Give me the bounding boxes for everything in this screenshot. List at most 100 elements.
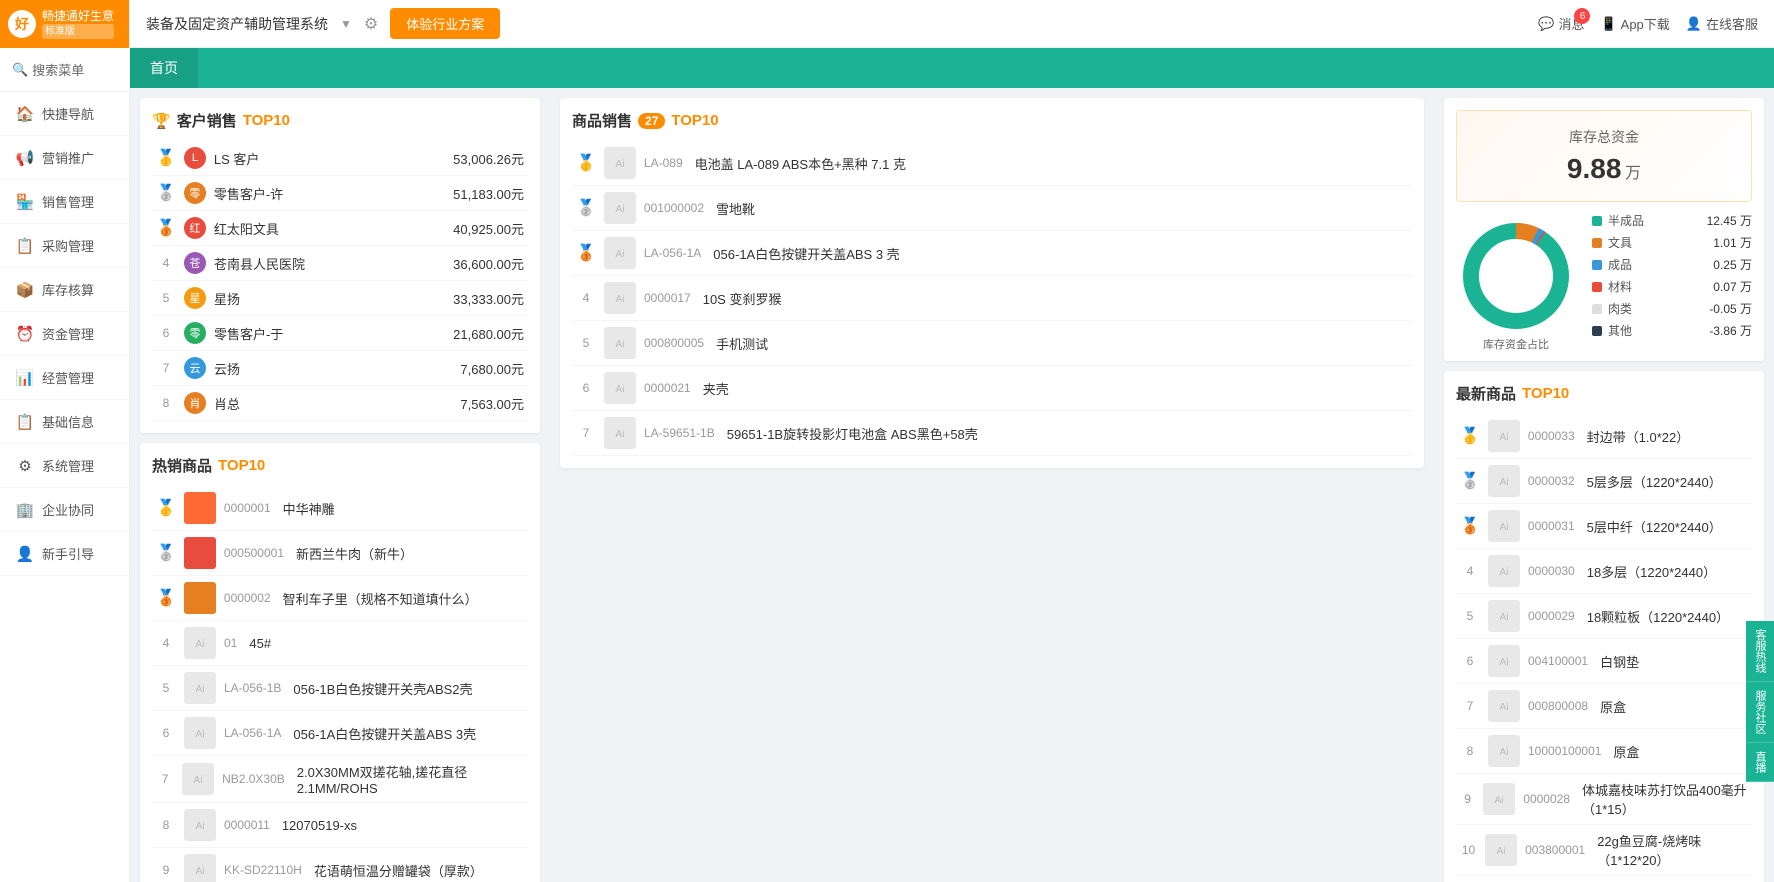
rank-number: 9: [1460, 792, 1475, 806]
medal-icon: 🥈: [576, 198, 596, 218]
legend-dot: [1592, 326, 1602, 336]
customer-ranking-card: 🏆 客户销售TOP10 🥇 L LS 客户 53,006.26元 🥈 零: [140, 98, 540, 433]
customer-name: LS 客户: [214, 149, 445, 168]
rank-number: 6: [156, 726, 176, 740]
svg-text:Ai: Ai: [1497, 846, 1506, 857]
sidebar: 好 畅捷通好生意 标准版 🔍 搜索菜单 🏠 快捷导航 📢 营销推广 🏪 销售管理…: [0, 0, 130, 882]
sidebar-search-area[interactable]: 🔍 搜索菜单: [0, 48, 129, 92]
legend-dot: [1592, 260, 1602, 270]
sidebar-item-purchase[interactable]: 📋 采购管理: [0, 224, 129, 268]
legend-name: 成品: [1608, 256, 1686, 273]
tab-home[interactable]: 首页: [130, 48, 198, 88]
customer-badge: 红: [184, 217, 206, 239]
rank-number: 4: [156, 636, 176, 650]
app-download-button[interactable]: 📱 App下载: [1600, 14, 1669, 33]
search-menu-button[interactable]: 🔍 搜索菜单: [8, 56, 121, 83]
svg-text:Ai: Ai: [1499, 477, 1508, 488]
legend-item: 半成品 12.45 万: [1592, 212, 1752, 229]
table-row: 🥉 红 红太阳文具 40,925.00元: [152, 211, 528, 246]
sidebar-item-operations[interactable]: 📊 经营管理: [0, 356, 129, 400]
live-button[interactable]: 直播: [1746, 743, 1774, 782]
product-name: 白钢垫: [1600, 652, 1639, 671]
legend-dot: [1592, 238, 1602, 248]
product-image: Ai: [1488, 465, 1520, 497]
legend-dot: [1592, 216, 1602, 226]
sidebar-item-base[interactable]: 📋 基础信息: [0, 400, 129, 444]
legend-value: 12.45 万: [1692, 212, 1752, 229]
sidebar-item-inventory[interactable]: 📦 库存核算: [0, 268, 129, 312]
content-area: 🏆 客户销售TOP10 🥇 L LS 客户 53,006.26元 🥈 零: [130, 88, 1774, 882]
product-code: LA-056-1A: [224, 726, 281, 740]
sidebar-item-system[interactable]: ⚙ 系统管理: [0, 444, 129, 488]
operations-icon: 📊: [16, 369, 34, 387]
product-name: 手机测试: [716, 334, 768, 353]
sales-icon: 🏪: [16, 193, 34, 211]
product-image: Ai: [1488, 645, 1520, 677]
product-name: 新西兰牛肉（新牛）: [296, 544, 413, 563]
customer-name: 红太阳文具: [214, 219, 445, 238]
sidebar-item-label: 库存核算: [42, 280, 94, 299]
list-item: 4 Ai 0000017 10S 变刹罗猴: [572, 276, 1412, 321]
settings-icon[interactable]: ⚙: [364, 14, 378, 34]
sidebar-item-label: 营销推广: [42, 148, 94, 167]
rank-number: 5: [156, 681, 176, 695]
legend-name: 文具: [1608, 234, 1686, 251]
product-code: LA-59651-1B: [644, 426, 715, 440]
product-image: Ai: [184, 809, 216, 841]
inventory-chart-area: 库存资金占比 半成品 12.45 万 文具 1.01 万: [1456, 202, 1752, 349]
sidebar-item-label: 资金管理: [42, 324, 94, 343]
middle-panel: 商品销售 27 TOP10 🥇 Ai LA-089 电池盖 LA-089 ABS…: [550, 88, 1434, 882]
sidebar-item-marketing[interactable]: 📢 营销推广: [0, 136, 129, 180]
svg-text:Ai: Ai: [196, 729, 205, 740]
list-item: 🥇 Ai LA-089 电池盖 LA-089 ABS本色+黑种 7.1 克: [572, 141, 1412, 186]
messages-button[interactable]: 💬 消息 6: [1538, 14, 1584, 33]
hot-products-card: 热销商品 TOP10 🥇 0000001 中华神雕 🥈 000500001: [140, 443, 540, 882]
customer-badge: 零: [184, 322, 206, 344]
sidebar-item-finance[interactable]: ⏰ 资金管理: [0, 312, 129, 356]
svg-text:Ai: Ai: [1500, 567, 1509, 578]
sidebar-item-guide[interactable]: 👤 新手引导: [0, 532, 129, 576]
base-icon: 📋: [16, 413, 34, 431]
dropdown-arrow[interactable]: ▼: [340, 17, 352, 31]
product-image: Ai: [1488, 735, 1520, 767]
product-code: 0000017: [644, 291, 691, 305]
product-name: 中华神雕: [283, 499, 335, 518]
product-code: 10000100001: [1528, 744, 1601, 758]
service-community-button[interactable]: 服务社区: [1746, 682, 1774, 743]
rank-number: 4: [156, 256, 176, 270]
customer-service-button[interactable]: 客服热线: [1746, 621, 1774, 682]
medal-icon: 🥇: [1460, 426, 1480, 446]
latest-products-title: 最新商品 TOP10: [1456, 383, 1752, 404]
product-image: Ai: [1488, 690, 1520, 722]
list-item: 10 Ai 003800001 22g鱼豆腐-烧烤味（1*12*20）: [1456, 825, 1752, 876]
svg-text:Ai: Ai: [1500, 612, 1509, 623]
product-image: Ai: [184, 627, 216, 659]
online-service-button[interactable]: 👤 在线客服: [1686, 14, 1758, 33]
list-item: 🥇 Ai 0000033 封边带（1.0*22）: [1456, 414, 1752, 459]
sidebar-item-label: 基础信息: [42, 412, 94, 431]
float-buttons: 客服热线 服务社区 直播: [1746, 621, 1774, 782]
customer-badge: 零: [184, 182, 206, 204]
sidebar-item-label: 系统管理: [42, 456, 94, 475]
product-image: Ai: [604, 372, 636, 404]
product-image: Ai: [604, 237, 636, 269]
product-image: Ai: [1488, 510, 1520, 542]
sidebar-item-enterprise[interactable]: 🏢 企业协同: [0, 488, 129, 532]
marketing-icon: 📢: [16, 149, 34, 167]
trial-button[interactable]: 体验行业方案: [390, 8, 500, 39]
latest-products-card: 最新商品 TOP10 🥇 Ai 0000033 封边带（1.0*22） 🥈: [1444, 371, 1764, 882]
rank-number: 9: [156, 863, 176, 877]
medal-icon: 🥇: [156, 498, 176, 518]
guide-icon: 👤: [16, 545, 34, 563]
product-code: LA-056-1B: [224, 681, 281, 695]
customer-name: 零售客户-于: [214, 324, 445, 343]
product-image: Ai: [604, 192, 636, 224]
rank-number: 7: [1460, 699, 1480, 713]
legend-name: 其他: [1608, 322, 1686, 339]
sidebar-item-quick-nav[interactable]: 🏠 快捷导航: [0, 92, 129, 136]
sidebar-item-sales[interactable]: 🏪 销售管理: [0, 180, 129, 224]
product-image: Ai: [182, 763, 214, 795]
svg-text:Ai: Ai: [616, 384, 625, 395]
logo-text-area: 畅捷通好生意 标准版: [42, 9, 114, 40]
rank-number: 6: [576, 381, 596, 395]
